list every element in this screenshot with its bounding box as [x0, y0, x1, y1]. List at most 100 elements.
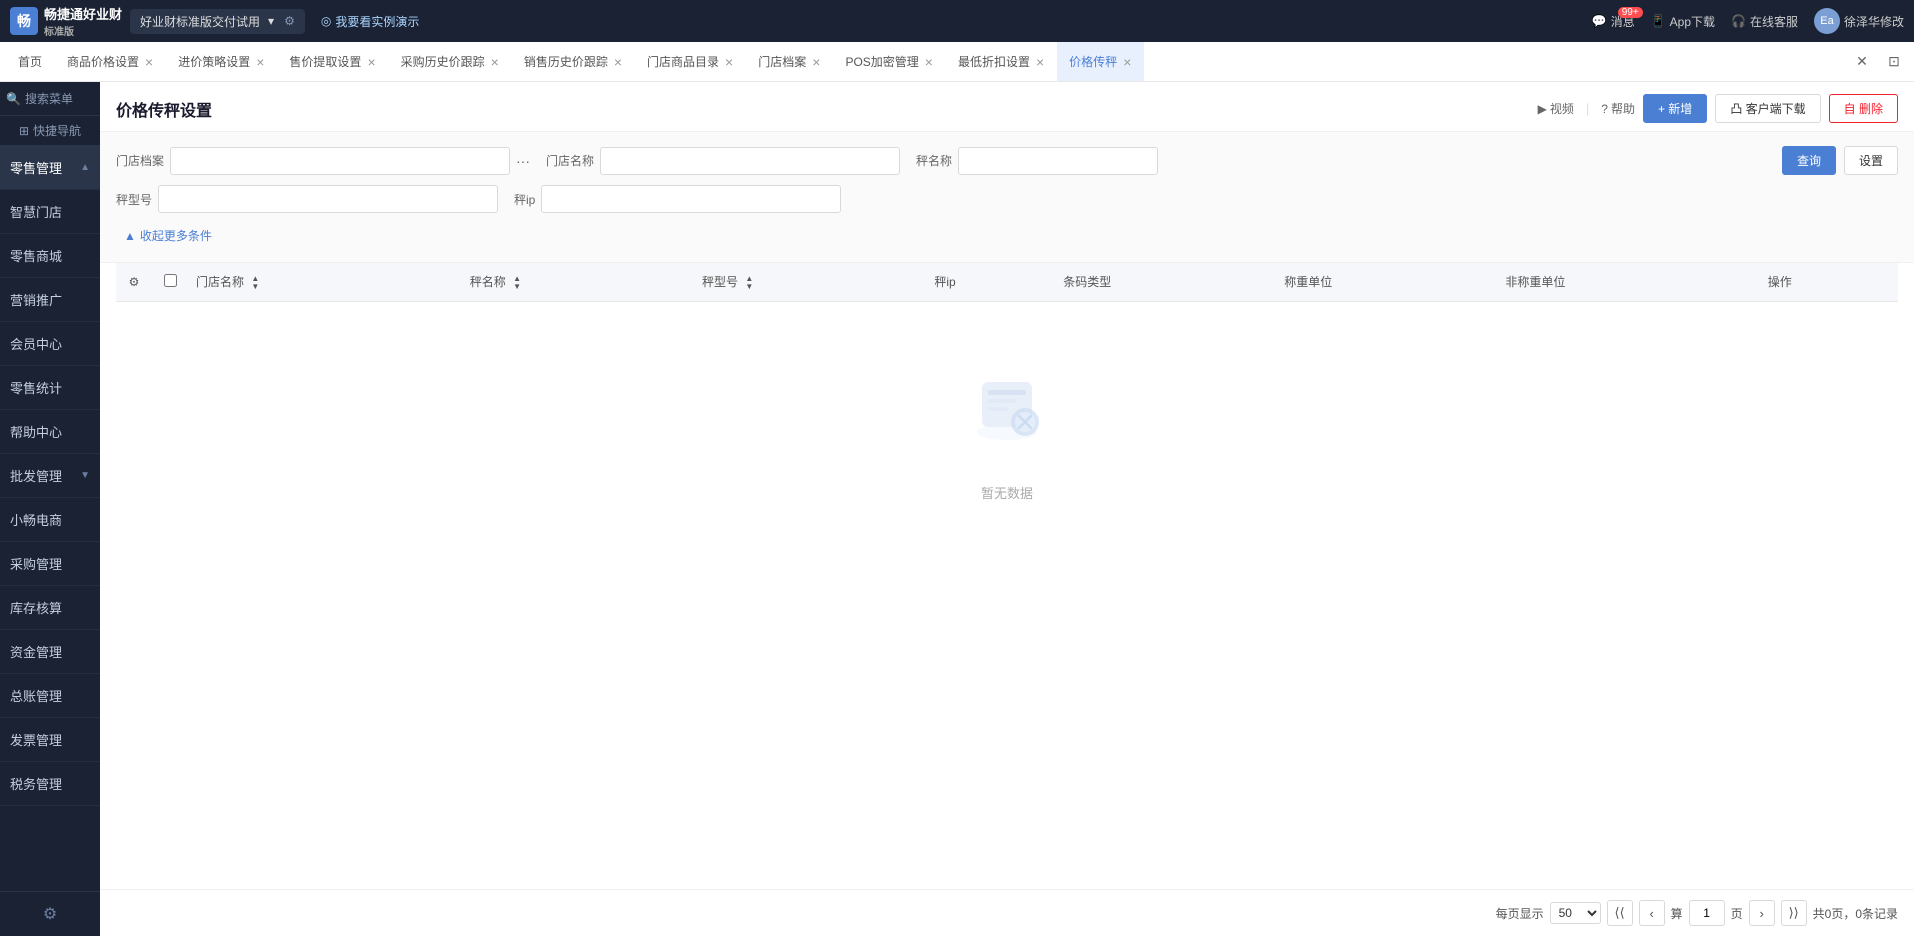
tab-product-price[interactable]: 商品价格设置 ×: [55, 42, 166, 82]
tab-close-pos-mgmt[interactable]: ×: [925, 55, 933, 69]
nav-icon: ⊞: [19, 124, 29, 138]
select-all-checkbox[interactable]: [164, 274, 177, 287]
store-archive-input[interactable]: [170, 147, 510, 175]
delete-button[interactable]: 自 删除: [1829, 94, 1898, 123]
page-actions: ▶ 视频 | ? 帮助 + 新增 凸 客户端下载 自 删除: [1538, 94, 1898, 123]
sidebar-item-finance[interactable]: 资金管理: [0, 630, 100, 674]
filter-scale-ip: 秤ip: [514, 185, 841, 213]
online-service-item[interactable]: 🎧 在线客服: [1731, 13, 1798, 30]
table-wrapper: ⚙ 门店名称 ▲ ▼ 秤名称: [100, 263, 1914, 889]
page-number-input[interactable]: [1689, 900, 1725, 926]
th-operation: 操作: [1760, 263, 1898, 301]
sidebar-item-help-center[interactable]: 帮助中心: [0, 410, 100, 454]
tab-close-purchase-strategy[interactable]: ×: [256, 55, 264, 69]
first-page-btn[interactable]: ⟨⟨: [1607, 900, 1633, 926]
version-text: 好业财标准版交付试用: [140, 13, 260, 30]
store-name-input[interactable]: [600, 147, 900, 175]
filter-scale-model: 秤型号: [116, 185, 498, 213]
total-record-text: 共0页，0条记录: [1813, 905, 1898, 922]
tab-store-catalog[interactable]: 门店商品目录 ×: [635, 42, 746, 82]
add-button[interactable]: + 新增: [1643, 94, 1707, 123]
tab-pos-mgmt[interactable]: POS加密管理 ×: [833, 42, 946, 82]
settings-icon[interactable]: ⚙: [284, 14, 295, 28]
tab-close-min-discount[interactable]: ×: [1036, 55, 1044, 69]
tab-more-btn[interactable]: ⊡: [1880, 48, 1908, 76]
sidebar-item-retail-mall[interactable]: 零售商城: [0, 234, 100, 278]
filter-row-1: 门店档案 ··· 门店名称 秤名称 查询 设置: [116, 146, 1898, 175]
filter-row-2: 秤型号 秤ip: [116, 185, 1898, 213]
tab-close-purchase-history[interactable]: ×: [491, 55, 499, 69]
tab-close-product-price[interactable]: ×: [145, 55, 153, 69]
chevron-up-icon: ▲: [80, 162, 90, 173]
sidebar-item-general-ledger[interactable]: 总账管理: [0, 674, 100, 718]
sidebar-item-invoice[interactable]: 发票管理: [0, 718, 100, 762]
help-icon: ?: [1601, 102, 1608, 116]
tab-home[interactable]: 首页: [6, 42, 55, 82]
sidebar-item-purchase-mgmt[interactable]: 采购管理: [0, 542, 100, 586]
scale-ip-input[interactable]: [541, 185, 841, 213]
filter-scale-ip-label: 秤ip: [514, 191, 535, 208]
page-header: 价格传秤设置 ▶ 视频 | ? 帮助 + 新增 凸 客户端下载 自: [100, 82, 1914, 132]
settings-button[interactable]: 设置: [1844, 146, 1898, 175]
sidebar-item-inventory[interactable]: 库存核算: [0, 586, 100, 630]
download-button[interactable]: 凸 客户端下载: [1715, 94, 1820, 123]
tab-sale-price[interactable]: 售价提取设置 ×: [277, 42, 388, 82]
sidebar-search[interactable]: 🔍 搜索菜单: [0, 82, 100, 116]
demo-button[interactable]: ◎ 我要看实例演示: [313, 9, 428, 34]
tab-close-store-archive[interactable]: ×: [812, 55, 820, 69]
tab-price-scale[interactable]: 价格传秤 ×: [1057, 42, 1144, 82]
sort-store-name[interactable]: ▲ ▼: [251, 275, 259, 291]
tab-close-all-btn[interactable]: ✕: [1848, 48, 1876, 76]
tab-sales-history[interactable]: 销售历史价跟踪 ×: [512, 42, 635, 82]
message-item[interactable]: 💬 消息 99+: [1592, 13, 1635, 30]
store-archive-dots-btn[interactable]: ···: [516, 153, 530, 169]
sidebar-item-marketing[interactable]: 营销推广: [0, 278, 100, 322]
th-settings[interactable]: ⚙: [116, 263, 152, 301]
dropdown-icon: ▾: [268, 14, 274, 28]
sidebar-item-retail-mgmt[interactable]: 零售管理 ▲: [0, 146, 100, 190]
headset-icon: 🎧: [1731, 14, 1746, 28]
sidebar-item-ecommerce[interactable]: 小畅电商: [0, 498, 100, 542]
tab-min-discount[interactable]: 最低折扣设置 ×: [946, 42, 1057, 82]
scale-name-input[interactable]: [958, 147, 1158, 175]
sidebar-item-wholesale-mgmt[interactable]: 批发管理 ▼: [0, 454, 100, 498]
sort-scale-name[interactable]: ▲ ▼: [513, 275, 521, 291]
app-download-item[interactable]: 📱 App下载: [1651, 13, 1715, 30]
query-button[interactable]: 查询: [1782, 146, 1836, 175]
filter-store-archive: 门店档案 ···: [116, 147, 530, 175]
mobile-icon: 📱: [1651, 14, 1666, 28]
th-non-weight-unit: 非称重单位: [1497, 263, 1759, 301]
version-selector[interactable]: 好业财标准版交付试用 ▾ ⚙: [130, 9, 305, 34]
sort-scale-model[interactable]: ▲ ▼: [745, 275, 753, 291]
empty-text: 暂无数据: [981, 483, 1033, 502]
sidebar-quick-nav[interactable]: ⊞ 快捷导航: [0, 116, 100, 146]
prev-page-btn[interactable]: ‹: [1639, 900, 1665, 926]
sidebar-gear-btn[interactable]: ⚙: [0, 891, 100, 936]
demo-icon: ◎: [321, 14, 331, 28]
tab-close-sales-history[interactable]: ×: [614, 55, 622, 69]
scale-model-input[interactable]: [158, 185, 498, 213]
th-checkbox[interactable]: [152, 263, 188, 301]
page-size-label: 每页显示: [1496, 905, 1544, 922]
tab-purchase-strategy[interactable]: 进价策略设置 ×: [166, 42, 277, 82]
user-profile[interactable]: Ea 徐泽华修改: [1814, 8, 1904, 34]
sidebar-item-smart-store[interactable]: 智慧门店: [0, 190, 100, 234]
help-link[interactable]: ? 帮助: [1601, 100, 1635, 117]
th-scale-model: 秤型号 ▲ ▼: [694, 263, 926, 301]
tab-close-store-catalog[interactable]: ×: [725, 55, 733, 69]
next-page-btn[interactable]: ›: [1749, 900, 1775, 926]
filter-store-archive-label: 门店档案: [116, 152, 164, 169]
table-header-row: ⚙ 门店名称 ▲ ▼ 秤名称: [116, 263, 1898, 301]
collapse-area: ▲ 收起更多条件: [116, 223, 1898, 248]
tab-purchase-history[interactable]: 采购历史价跟踪 ×: [389, 42, 512, 82]
collapse-btn[interactable]: ▲ 收起更多条件: [116, 223, 1898, 248]
last-page-btn[interactable]: ⟩⟩: [1781, 900, 1807, 926]
sidebar-item-retail-stats[interactable]: 零售统计: [0, 366, 100, 410]
tab-close-sale-price[interactable]: ×: [367, 55, 375, 69]
tab-close-price-scale[interactable]: ×: [1123, 55, 1131, 69]
page-size-select[interactable]: 20 50 100: [1550, 902, 1601, 924]
video-link[interactable]: ▶ 视频: [1538, 100, 1574, 117]
tab-store-archive[interactable]: 门店档案 ×: [746, 42, 833, 82]
sidebar-item-member-center[interactable]: 会员中心: [0, 322, 100, 366]
sidebar-item-tax[interactable]: 税务管理: [0, 762, 100, 806]
